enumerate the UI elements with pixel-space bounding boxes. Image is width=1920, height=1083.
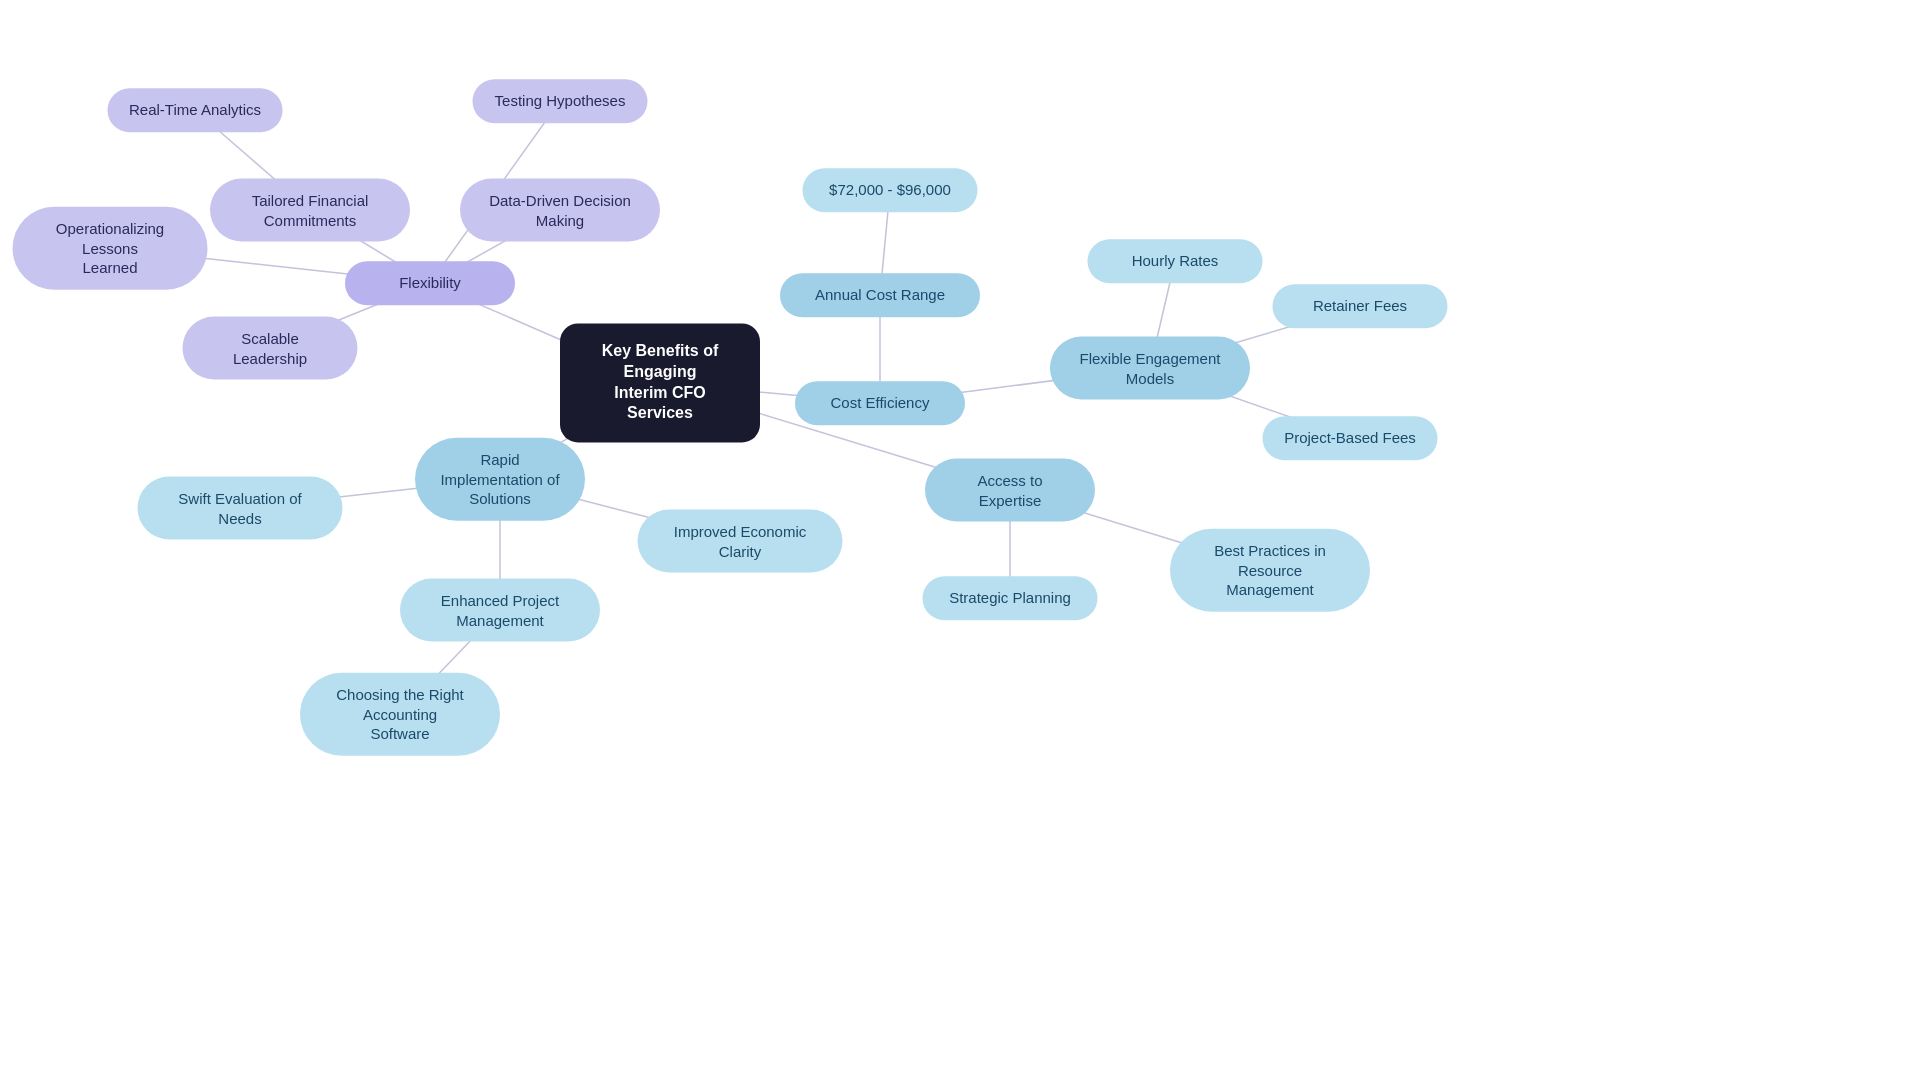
node-accessexpertise: Access to Expertise	[925, 459, 1095, 522]
node-operationalizing: Operationalizing Lessons Learned	[13, 207, 208, 290]
node-flexengagement: Flexible Engagement Models	[1050, 337, 1250, 400]
node-hourly: Hourly Rates	[1088, 239, 1263, 283]
node-costefficiency: Cost Efficiency	[795, 381, 965, 425]
node-realtime: Real-Time Analytics	[108, 88, 283, 132]
node-datadriven: Data-Driven Decision Making	[460, 179, 660, 242]
node-annualrange: $72,000 - $96,000	[803, 168, 978, 212]
node-rapidimpl: Rapid Implementation of Solutions	[415, 438, 585, 521]
node-improvedclarity: Improved Economic Clarity	[638, 510, 843, 573]
node-retainer: Retainer Fees	[1273, 284, 1448, 328]
connections-svg	[0, 0, 1920, 1083]
mind-map-container: Key Benefits of Engaging Interim CFO Ser…	[0, 0, 1920, 1083]
node-swifteval: Swift Evaluation of Needs	[138, 477, 343, 540]
node-projectbased: Project-Based Fees	[1263, 416, 1438, 460]
node-scalable: Scalable Leadership	[183, 317, 358, 380]
node-testing: Testing Hypotheses	[473, 79, 648, 123]
node-annualcost: Annual Cost Range	[780, 273, 980, 317]
node-enhancedproject: Enhanced Project Management	[400, 579, 600, 642]
node-flexibility: Flexibility	[345, 261, 515, 305]
node-tailored: Tailored Financial Commitments	[210, 179, 410, 242]
center-node: Key Benefits of Engaging Interim CFO Ser…	[560, 323, 760, 442]
node-choosingaccounting: Choosing the Right Accounting Software	[300, 673, 500, 756]
node-bestpractices: Best Practices in Resource Management	[1170, 529, 1370, 612]
node-strategicplanning: Strategic Planning	[923, 576, 1098, 620]
